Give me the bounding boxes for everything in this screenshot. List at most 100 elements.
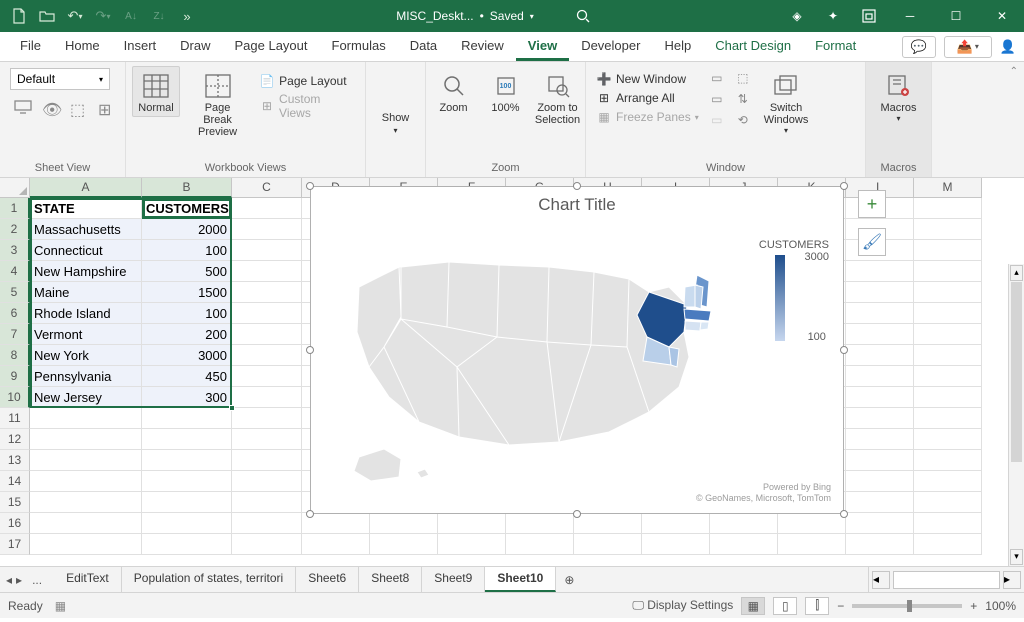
zoom-100-button[interactable]: 100100% (482, 66, 530, 117)
cell[interactable] (846, 471, 914, 492)
row-header[interactable]: 15 (0, 492, 30, 513)
macros-button[interactable]: Macros▾ (875, 66, 923, 126)
cell[interactable] (642, 534, 710, 555)
new-window-button[interactable]: ➕New Window (592, 70, 703, 88)
cell[interactable] (438, 513, 506, 534)
menu-developer[interactable]: Developer (569, 32, 652, 61)
cell[interactable] (846, 387, 914, 408)
add-sheet-button[interactable]: ⊕ (556, 567, 582, 592)
sheet-view-dropdown[interactable]: Default▾ (10, 68, 110, 90)
vertical-scrollbar[interactable]: ▴▾ (1008, 264, 1024, 566)
column-header[interactable]: A (30, 178, 142, 198)
cell[interactable] (142, 492, 232, 513)
cell[interactable] (370, 513, 438, 534)
cell[interactable] (914, 471, 982, 492)
cell[interactable] (914, 303, 982, 324)
open-file-icon[interactable] (34, 3, 60, 29)
cell[interactable] (232, 492, 302, 513)
cell[interactable] (914, 324, 982, 345)
cell[interactable] (846, 492, 914, 513)
magic-icon[interactable]: ✦ (816, 0, 850, 32)
row-header[interactable]: 9 (0, 366, 30, 387)
column-header[interactable]: B (142, 178, 232, 198)
cell[interactable] (30, 534, 142, 555)
exit-icon[interactable]: ⬚ (70, 100, 88, 118)
cell[interactable] (846, 345, 914, 366)
cell[interactable] (506, 534, 574, 555)
chart-styles-button[interactable]: 🖌 (858, 228, 886, 256)
cell[interactable] (142, 534, 232, 555)
row-header[interactable]: 3 (0, 240, 30, 261)
menu-draw[interactable]: Draw (168, 32, 222, 61)
cell[interactable] (232, 534, 302, 555)
menu-insert[interactable]: Insert (112, 32, 169, 61)
view-side-icon[interactable]: ⬚ (731, 70, 755, 86)
cell[interactable] (370, 534, 438, 555)
cell[interactable] (142, 429, 232, 450)
sheet-tab[interactable]: Sheet6 (296, 567, 359, 592)
row-header[interactable]: 1 (0, 198, 30, 219)
cell[interactable] (846, 303, 914, 324)
column-header[interactable]: C (232, 178, 302, 198)
cell[interactable] (914, 366, 982, 387)
row-header[interactable]: 14 (0, 471, 30, 492)
cell[interactable] (506, 513, 574, 534)
tab-ellipsis[interactable]: ... (26, 573, 48, 587)
cell[interactable] (914, 387, 982, 408)
zoom-out-button[interactable]: − (837, 599, 844, 613)
normal-view-button[interactable]: Normal (132, 66, 180, 117)
spreadsheet-grid[interactable]: ABCDEFGHIJKLM 1234567891011121314151617 … (0, 178, 1024, 566)
menu-chart-design[interactable]: Chart Design (703, 32, 803, 61)
cell[interactable] (30, 492, 142, 513)
hide-icon[interactable]: ▭ (707, 91, 727, 107)
row-header[interactable]: 16 (0, 513, 30, 534)
cell[interactable] (30, 513, 142, 534)
menu-file[interactable]: File (8, 32, 53, 61)
cell[interactable] (142, 513, 232, 534)
tab-prev-icon[interactable]: ◂ (6, 573, 12, 587)
cell[interactable] (142, 408, 232, 429)
cell[interactable] (232, 429, 302, 450)
cell[interactable] (846, 366, 914, 387)
chart-elements-button[interactable]: + (858, 190, 886, 218)
row-header[interactable]: 6 (0, 303, 30, 324)
cell[interactable] (142, 471, 232, 492)
sheet-tab[interactable]: Sheet9 (422, 567, 485, 592)
zoom-slider[interactable] (852, 604, 962, 608)
normal-view-icon[interactable]: ▦ (741, 597, 765, 615)
more-icon[interactable]: » (174, 3, 200, 29)
menu-view[interactable]: View (516, 32, 569, 61)
cell[interactable] (30, 429, 142, 450)
sheet-tab[interactable]: Sheet8 (359, 567, 422, 592)
cell[interactable] (846, 450, 914, 471)
cell[interactable] (302, 534, 370, 555)
zoom-in-button[interactable]: + (970, 599, 977, 613)
row-header[interactable]: 2 (0, 219, 30, 240)
row-header[interactable]: 10 (0, 387, 30, 408)
menu-review[interactable]: Review (449, 32, 516, 61)
page-break-view-icon[interactable]: ⫿ (805, 597, 829, 615)
save-status[interactable]: Saved (490, 9, 524, 23)
menu-home[interactable]: Home (53, 32, 112, 61)
cell[interactable] (914, 345, 982, 366)
row-header[interactable]: 5 (0, 282, 30, 303)
options-icon[interactable]: ⊞ (98, 100, 116, 118)
row-header[interactable]: 17 (0, 534, 30, 555)
search-icon[interactable] (576, 9, 590, 23)
cell[interactable] (30, 471, 142, 492)
undo-icon[interactable]: ↶▾ (62, 3, 88, 29)
cell[interactable] (914, 450, 982, 471)
menu-page-layout[interactable]: Page Layout (223, 32, 320, 61)
cell[interactable] (914, 534, 982, 555)
cell[interactable] (232, 387, 302, 408)
keep-icon[interactable] (14, 100, 32, 118)
cell[interactable] (846, 534, 914, 555)
cell[interactable] (846, 261, 914, 282)
cell[interactable] (30, 450, 142, 471)
row-header[interactable]: 11 (0, 408, 30, 429)
app-icon[interactable] (852, 0, 886, 32)
cell[interactable] (710, 513, 778, 534)
collapse-ribbon-icon[interactable]: ⌃ (1010, 66, 1018, 77)
record-macro-icon[interactable]: ▦ (55, 599, 66, 613)
row-header[interactable]: 8 (0, 345, 30, 366)
